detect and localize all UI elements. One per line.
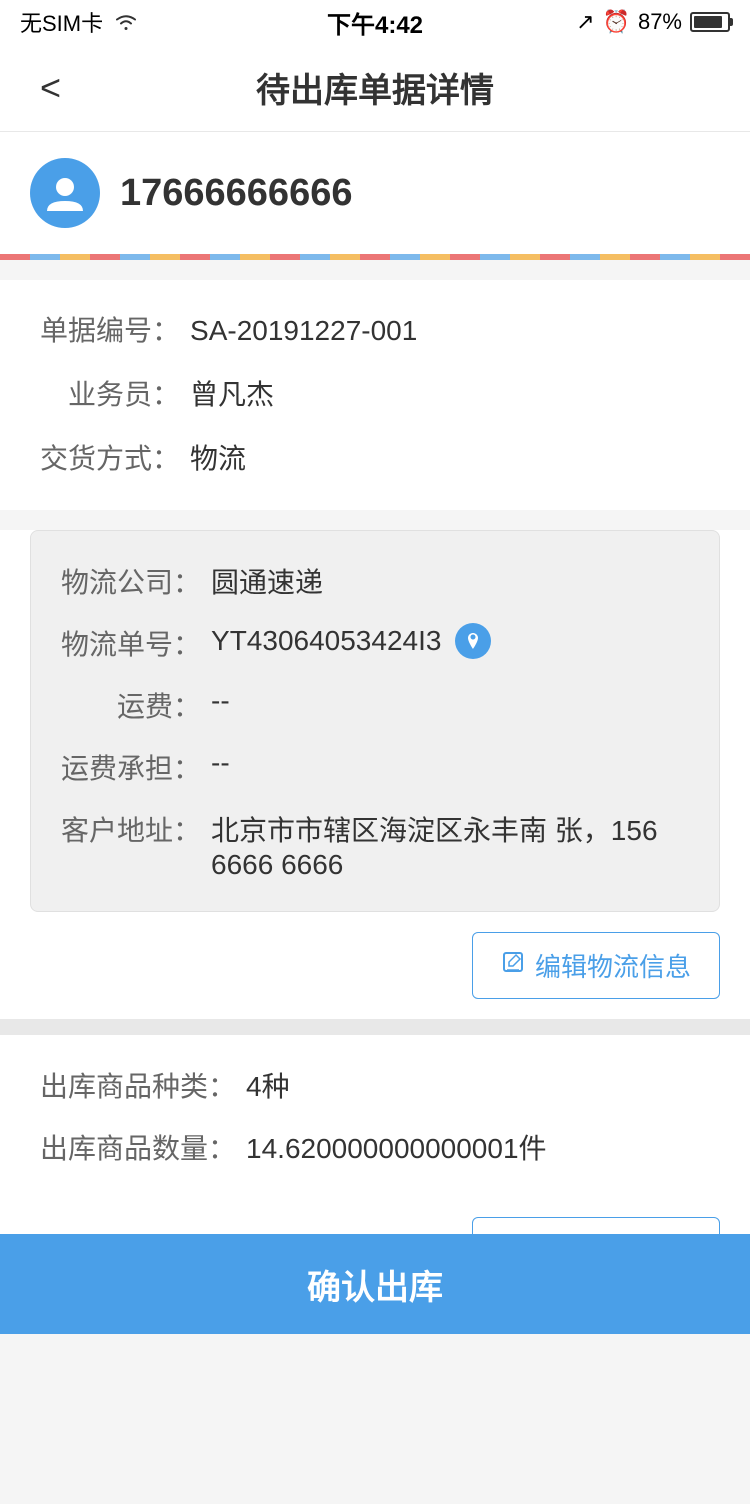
goods-type-value: 4种	[246, 1065, 290, 1105]
tracking-value: YT43064053424I3	[211, 625, 441, 657]
delivery-value: 物流	[190, 438, 710, 480]
back-button[interactable]: <	[30, 57, 71, 119]
salesperson-row: 业务员： 曾凡杰	[40, 374, 710, 416]
address-label: 客户地址：	[61, 809, 201, 849]
battery-icon	[690, 12, 730, 32]
goods-quantity-label: 出库商品数量：	[40, 1127, 236, 1167]
bottom-spacer	[0, 1304, 750, 1504]
confirm-button-label: 确认出库	[307, 1260, 443, 1309]
logistics-company-value: 圆通速递	[211, 561, 689, 601]
confirm-button-bar[interactable]: 确认出库	[0, 1234, 750, 1334]
section-divider	[0, 1019, 750, 1035]
goods-quantity-row: 出库商品数量： 14.620000000000001件	[40, 1127, 710, 1167]
doc-number-row: 单据编号： SA-20191227-001	[40, 310, 710, 352]
battery-percent: 87%	[638, 9, 682, 35]
carrier-label: 无SIM卡	[20, 6, 103, 38]
user-phone: 17666666666	[120, 172, 352, 215]
location-icon: ↗	[576, 9, 594, 35]
dashed-divider	[0, 254, 750, 260]
edit-logistics-button[interactable]: 编辑物流信息	[472, 932, 720, 999]
goods-quantity-value: 14.620000000000001件	[246, 1127, 547, 1167]
address-value: 北京市市辖区海淀区永丰南 张，156 6666 6666	[211, 809, 689, 881]
tracking-value-container: YT43064053424I3	[211, 623, 689, 659]
freight-bearer-value: --	[211, 747, 689, 779]
nav-bar: < 待出库单据详情	[0, 44, 750, 132]
delivery-label: 交货方式：	[40, 438, 180, 480]
user-icon	[43, 171, 87, 215]
address-row: 客户地址： 北京市市辖区海淀区永丰南 张，156 6666 6666	[61, 809, 689, 881]
status-bar-right: ↗ ⏰ 87%	[576, 9, 730, 35]
status-bar-time: 下午4:42	[327, 5, 423, 40]
edit-logistics-label: 编辑物流信息	[535, 947, 691, 984]
goods-type-row: 出库商品种类： 4种	[40, 1065, 710, 1105]
logistics-section: 物流公司： 圆通速递 物流单号： YT43064053424I3 运费： -- …	[30, 530, 720, 912]
status-bar-left: 无SIM卡	[20, 6, 139, 38]
salesperson-value: 曾凡杰	[190, 374, 710, 416]
alarm-icon: ⏰	[603, 9, 630, 35]
freight-bearer-label: 运费承担：	[61, 747, 201, 787]
edit-btn-container: 编辑物流信息	[0, 912, 750, 1019]
tracking-row: 物流单号： YT43064053424I3	[61, 623, 689, 663]
basic-info-section: 单据编号： SA-20191227-001 业务员： 曾凡杰 交货方式： 物流	[0, 280, 750, 510]
doc-number-value: SA-20191227-001	[190, 310, 710, 352]
goods-section: 出库商品种类： 4种 出库商品数量： 14.620000000000001件	[0, 1035, 750, 1197]
freight-bearer-row: 运费承担： --	[61, 747, 689, 787]
edit-icon	[501, 950, 525, 981]
tracking-label: 物流单号：	[61, 623, 201, 663]
goods-type-label: 出库商品种类：	[40, 1065, 236, 1105]
page-title: 待出库单据详情	[256, 63, 494, 112]
freight-value: --	[211, 685, 689, 717]
logistics-company-label: 物流公司：	[61, 561, 201, 601]
freight-row: 运费： --	[61, 685, 689, 725]
salesperson-label: 业务员：	[40, 374, 180, 416]
avatar	[30, 158, 100, 228]
logistics-company-row: 物流公司： 圆通速递	[61, 561, 689, 601]
status-bar: 无SIM卡 下午4:42 ↗ ⏰ 87%	[0, 0, 750, 44]
delivery-row: 交货方式： 物流	[40, 438, 710, 480]
freight-label: 运费：	[61, 685, 201, 725]
user-card: 17666666666	[0, 132, 750, 254]
wifi-icon	[113, 12, 139, 32]
map-pin-icon[interactable]	[455, 623, 491, 659]
doc-number-label: 单据编号：	[40, 310, 180, 352]
